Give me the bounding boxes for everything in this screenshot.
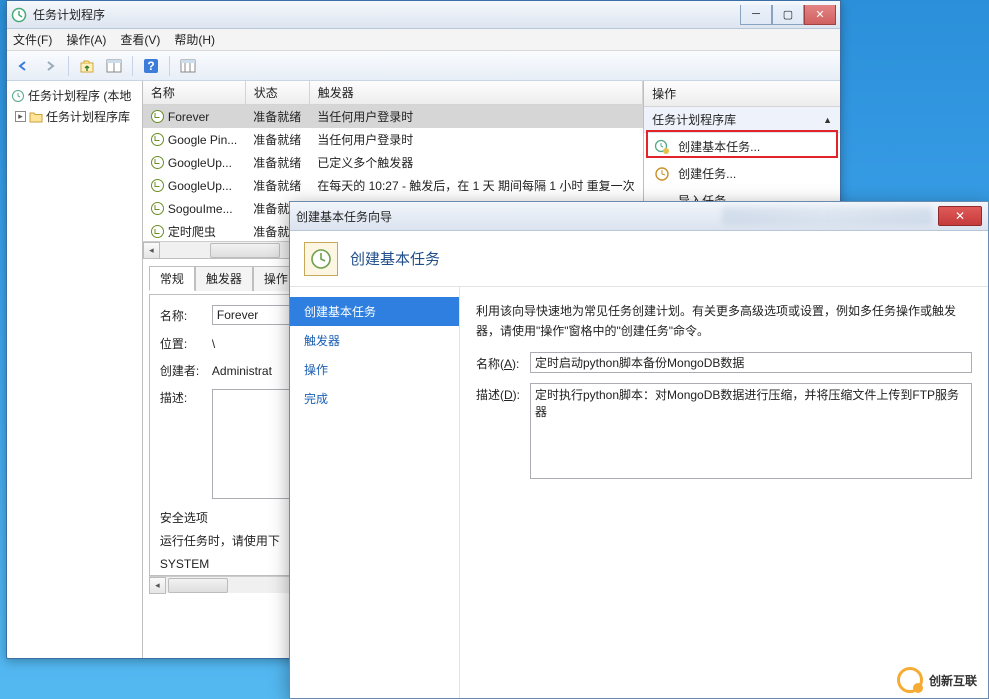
watermark-icon <box>897 667 923 693</box>
menu-help[interactable]: 帮助(H) <box>174 31 215 48</box>
task-row[interactable]: GoogleUp...准备就绪在每天的 10:27 - 触发后，在 1 天 期间… <box>143 174 643 197</box>
wizard-header: 创建基本任务 <box>290 231 988 287</box>
scroll-thumb[interactable] <box>210 243 280 258</box>
wizard-close-button[interactable]: ✕ <box>938 206 982 226</box>
prop-desc-label: 描述: <box>160 389 212 406</box>
wizard-title: 创建基本任务向导 <box>296 208 722 225</box>
create-basic-task-wizard: 创建基本任务向导 ✕ 创建基本任务 创建基本任务触发器操作完成 利用该向导快速地… <box>289 201 989 699</box>
folder-icon <box>29 111 43 123</box>
wizard-name-label: 名称(A): <box>476 352 530 372</box>
close-button[interactable]: ✕ <box>804 5 836 25</box>
menu-file[interactable]: 文件(F) <box>13 31 52 48</box>
prop-name-label: 名称: <box>160 307 212 324</box>
clock-icon <box>654 166 670 182</box>
help-button[interactable]: ? <box>139 54 163 78</box>
wizard-desc-textarea[interactable] <box>530 383 972 479</box>
actions-header: 操作 <box>644 81 840 107</box>
clock-icon <box>11 89 25 103</box>
tree-child-label: 任务计划程序库 <box>46 108 130 125</box>
wizard-titlebar[interactable]: 创建基本任务向导 ✕ <box>290 202 988 231</box>
wizard-nav-item[interactable]: 操作 <box>290 355 459 384</box>
forward-button[interactable] <box>38 54 62 78</box>
prop-creator-value: Administrat <box>212 364 272 378</box>
tree-child[interactable]: ▸ 任务计划程序库 <box>9 106 140 127</box>
clock-icon <box>151 156 164 169</box>
clock-icon <box>151 133 164 146</box>
expand-icon[interactable]: ▸ <box>15 111 26 122</box>
tree-root-label: 任务计划程序 (本地 <box>28 87 131 104</box>
watermark-text: 创新互联 <box>929 672 977 689</box>
toolbar: ? <box>7 51 840 81</box>
clock-icon <box>151 225 164 238</box>
wizard-description: 利用该向导快速地为常见任务创建计划。有关更多高级选项或设置，例如多任务操作或触发… <box>476 301 972 342</box>
columns-button[interactable] <box>176 54 200 78</box>
menu-action[interactable]: 操作(A) <box>66 31 106 48</box>
col-status[interactable]: 状态 <box>245 81 309 105</box>
up-button[interactable] <box>75 54 99 78</box>
task-row[interactable]: GoogleUp...准备就绪已定义多个触发器 <box>143 151 643 174</box>
wizard-header-title: 创建基本任务 <box>350 248 440 269</box>
app-icon <box>11 7 27 23</box>
tab-trigger[interactable]: 触发器 <box>195 266 253 291</box>
toolbar-separator <box>169 56 170 76</box>
svg-text:?: ? <box>147 59 154 73</box>
titlebar[interactable]: 任务计划程序 ─ ▢ ✕ <box>7 1 840 29</box>
prop-creator-label: 创建者: <box>160 362 212 379</box>
panel-toggle-button[interactable] <box>102 54 126 78</box>
wizard-nav-item[interactable]: 触发器 <box>290 326 459 355</box>
prop-loc-value: \ <box>212 337 215 351</box>
tree-panel: 任务计划程序 (本地 ▸ 任务计划程序库 <box>7 81 143 658</box>
actions-subheader-label: 任务计划程序库 <box>652 111 736 128</box>
clock-icon <box>151 179 164 192</box>
wizard-nav-item[interactable]: 完成 <box>290 384 459 413</box>
col-trigger[interactable]: 触发器 <box>309 81 642 105</box>
wizard-desc-label: 描述(D): <box>476 383 530 403</box>
collapse-arrow-icon: ▲ <box>823 115 832 125</box>
tab-general[interactable]: 常规 <box>149 266 195 291</box>
action-item[interactable]: 创建基本任务... <box>644 133 840 160</box>
minimize-button[interactable]: ─ <box>740 5 772 25</box>
tree-root[interactable]: 任务计划程序 (本地 <box>9 85 140 106</box>
maximize-button[interactable]: ▢ <box>772 5 804 25</box>
clock-icon <box>151 202 164 215</box>
wizard-name-input[interactable] <box>530 352 972 373</box>
clock-icon <box>151 110 164 123</box>
watermark: 创新互联 <box>897 667 977 693</box>
back-button[interactable] <box>11 54 35 78</box>
titlebar-blur-region <box>722 207 932 225</box>
wizard-nav: 创建基本任务触发器操作完成 <box>290 287 460 698</box>
scroll-left-button[interactable]: ◂ <box>149 577 166 594</box>
clock-badge-icon <box>654 139 670 155</box>
task-row[interactable]: Forever准备就绪当任何用户登录时 <box>143 105 643 129</box>
scroll-thumb[interactable] <box>168 578 228 593</box>
prop-loc-label: 位置: <box>160 335 212 352</box>
task-row[interactable]: Google Pin...准备就绪当任何用户登录时 <box>143 128 643 151</box>
actions-subheader[interactable]: 任务计划程序库 ▲ <box>644 107 840 133</box>
action-item[interactable]: 创建任务... <box>644 160 840 187</box>
window-title: 任务计划程序 <box>33 6 740 23</box>
toolbar-separator <box>68 56 69 76</box>
toolbar-separator <box>132 56 133 76</box>
wizard-content: 利用该向导快速地为常见任务创建计划。有关更多高级选项或设置，例如多任务操作或触发… <box>460 287 988 698</box>
col-name[interactable]: 名称 <box>143 81 245 105</box>
action-item-label: 创建基本任务... <box>678 138 760 155</box>
wizard-nav-item[interactable]: 创建基本任务 <box>290 297 459 326</box>
scroll-left-button[interactable]: ◂ <box>143 242 160 259</box>
wizard-header-icon <box>304 242 338 276</box>
action-item-label: 创建任务... <box>678 165 736 182</box>
menubar: 文件(F) 操作(A) 查看(V) 帮助(H) <box>7 29 840 51</box>
menu-view[interactable]: 查看(V) <box>120 31 160 48</box>
